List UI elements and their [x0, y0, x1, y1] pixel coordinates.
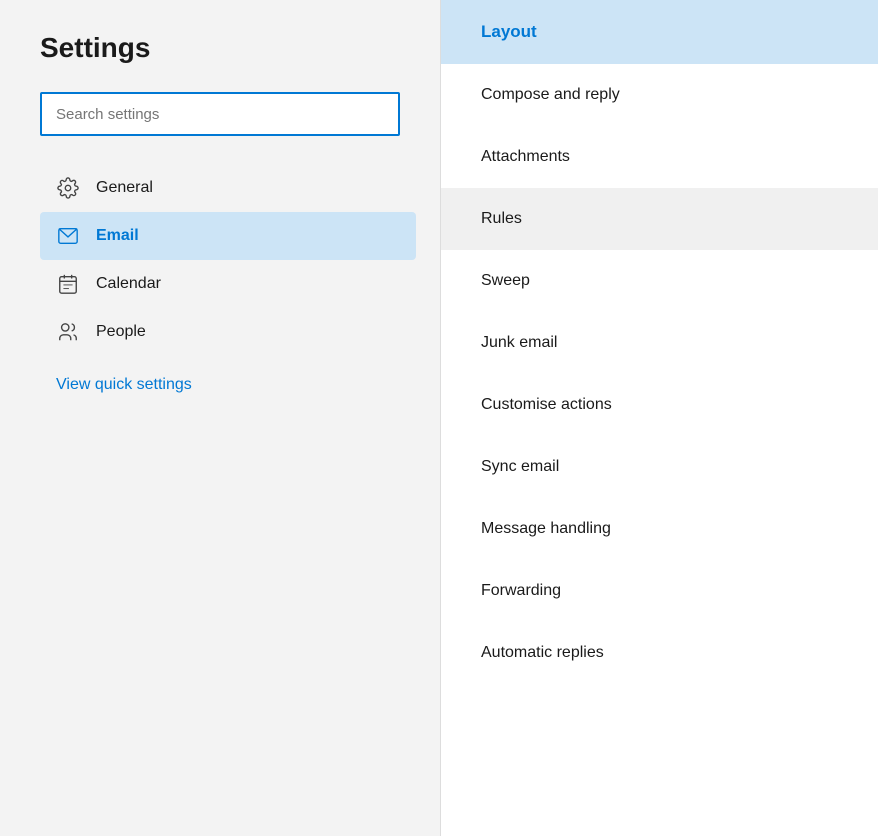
- search-box[interactable]: [40, 92, 400, 136]
- right-panel-item-sync-email[interactable]: Sync email: [441, 436, 878, 498]
- email-icon: [56, 224, 80, 248]
- right-panel-item-sweep[interactable]: Sweep: [441, 250, 878, 312]
- right-panel-item-message-handling[interactable]: Message handling: [441, 498, 878, 560]
- gear-icon: [56, 176, 80, 200]
- right-panel-item-forwarding[interactable]: Forwarding: [441, 560, 878, 622]
- sidebar-item-label-people: People: [96, 323, 146, 341]
- right-panel-wrapper: Layout Compose and reply Attachments Rul…: [440, 0, 878, 836]
- right-panel-item-attachments[interactable]: Attachments: [441, 126, 878, 188]
- sidebar-item-label-calendar: Calendar: [96, 275, 161, 293]
- sidebar-item-label-general: General: [96, 179, 153, 197]
- right-panel-item-junk-email[interactable]: Junk email: [441, 312, 878, 374]
- right-panel-item-customise-actions[interactable]: Customise actions: [441, 374, 878, 436]
- sidebar-item-calendar[interactable]: Calendar: [40, 260, 416, 308]
- people-icon: [56, 320, 80, 344]
- right-panel-item-compose-reply[interactable]: Compose and reply: [441, 64, 878, 126]
- sidebar: Settings General Email: [0, 0, 440, 836]
- right-panel-item-automatic-replies[interactable]: Automatic replies: [441, 622, 878, 684]
- sidebar-item-label-email: Email: [96, 227, 139, 245]
- view-quick-settings-link[interactable]: View quick settings: [40, 364, 208, 406]
- right-panel-item-rules[interactable]: Rules: [441, 188, 878, 250]
- nav-list: General Email: [40, 164, 416, 356]
- page-title: Settings: [40, 32, 416, 64]
- sidebar-item-people[interactable]: People: [40, 308, 416, 356]
- sidebar-item-general[interactable]: General: [40, 164, 416, 212]
- calendar-icon: [56, 272, 80, 296]
- right-panel-item-layout[interactable]: Layout: [441, 0, 878, 64]
- search-input[interactable]: [56, 106, 384, 123]
- right-panel: Layout Compose and reply Attachments Rul…: [440, 0, 878, 836]
- sidebar-item-email[interactable]: Email: [40, 212, 416, 260]
